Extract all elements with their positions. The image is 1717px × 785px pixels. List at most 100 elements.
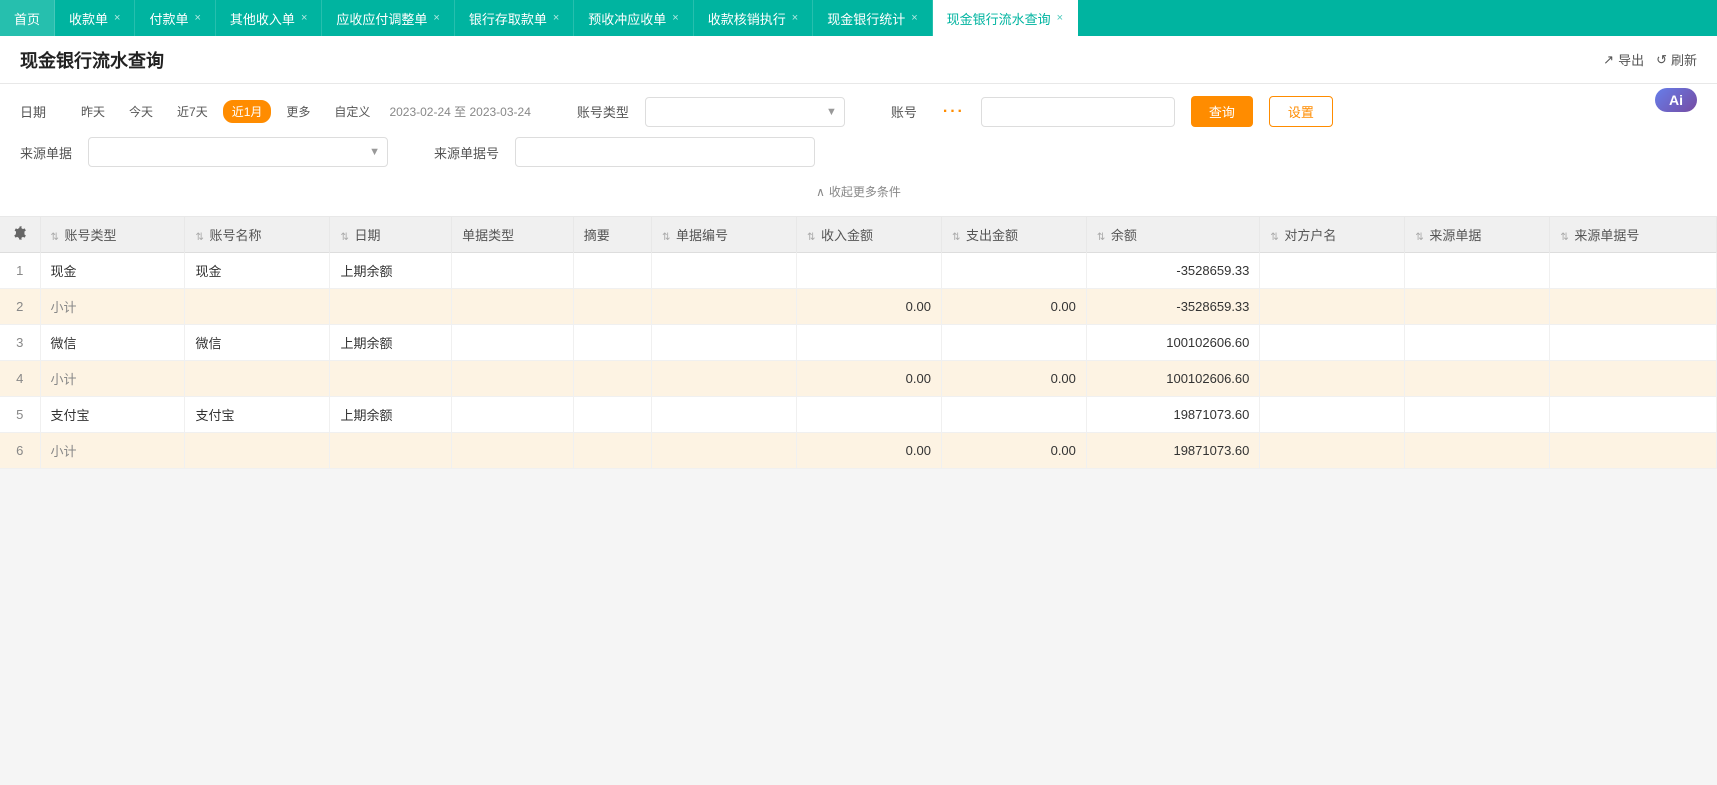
query-button[interactable]: 查询 [1191,96,1253,127]
settings-button[interactable]: 设置 [1269,96,1333,127]
cell-account_type: 微信 [40,325,185,361]
shortcut-custom[interactable]: 自定义 [325,100,379,123]
nav-home[interactable]: 首页 [0,0,55,36]
cell-doc_type [452,433,574,469]
table-col-source-doc-no[interactable]: ⇅ 来源单据号 [1550,217,1717,253]
collapse-icon: ∧ [816,185,825,199]
shortcut-today[interactable]: 今天 [120,100,162,123]
table-col-income[interactable]: ⇅ 收入金额 [796,217,941,253]
cell-balance: 100102606.60 [1086,325,1259,361]
nav-bank-deposit-close[interactable]: × [553,12,559,24]
export-button[interactable]: ↗ 导出 [1603,50,1644,69]
data-table: ⇅ 账号类型 ⇅ 账号名称 ⇅ 日期 单据类型 摘要 ⇅ [0,217,1717,469]
filter-row-2: 来源单据 ▼ 来源单据号 [20,137,1697,167]
nav-bank-stats-close[interactable]: × [911,12,917,24]
nav-writeoff-close[interactable]: × [792,12,798,24]
cell-income [796,325,941,361]
table-header-row: ⇅ 账号类型 ⇅ 账号名称 ⇅ 日期 单据类型 摘要 ⇅ [0,217,1717,253]
cell-account_name: 现金 [185,253,330,289]
nav-bank-flow[interactable]: 现金银行流水查询 × [933,0,1078,36]
cell-doc_type [452,397,574,433]
nav-adjust[interactable]: 应收应付调整单 × [322,0,454,36]
nav-receipt-close[interactable]: × [114,12,120,24]
table-col-source-doc[interactable]: ⇅ 来源单据 [1405,217,1550,253]
table-col-account-name[interactable]: ⇅ 账号名称 [185,217,330,253]
cell-counterparty [1260,289,1405,325]
refresh-icon: ↺ [1656,52,1667,68]
shortcut-1month[interactable]: 近1月 [223,100,272,123]
table-row: 5支付宝支付宝上期余额19871073.60 [0,397,1717,433]
row-index: 6 [0,433,40,469]
table-row: 1现金现金上期余额-3528659.33 [0,253,1717,289]
cell-account_type: 现金 [40,253,185,289]
cell-account_name: 微信 [185,325,330,361]
cell-source_doc [1405,397,1550,433]
table-col-gear[interactable] [0,217,40,253]
sort-icon: ⇅ [1415,232,1423,243]
table-col-date[interactable]: ⇅ 日期 [330,217,452,253]
refresh-button[interactable]: ↺ 刷新 [1656,50,1697,69]
collapse-bar[interactable]: ∧ 收起更多条件 [20,177,1697,204]
account-dots-button[interactable]: ··· [943,103,965,121]
table-col-expense[interactable]: ⇅ 支出金额 [941,217,1086,253]
account-type-select[interactable]: 现金 微信 支付宝 [645,97,845,127]
cell-source_doc [1405,433,1550,469]
cell-income: 0.00 [796,289,941,325]
cell-income [796,397,941,433]
cell-date [330,289,452,325]
cell-doc_no [652,325,797,361]
cell-counterparty [1260,361,1405,397]
nav-advance-close[interactable]: × [672,12,678,24]
cell-expense: 0.00 [941,433,1086,469]
cell-summary [573,325,651,361]
nav-bank-deposit[interactable]: 银行存取款单 × [455,0,574,36]
cell-balance: 100102606.60 [1086,361,1259,397]
source-doc-select[interactable] [88,137,388,167]
cell-counterparty [1260,397,1405,433]
source-doc-no-input[interactable] [515,137,815,167]
cell-account_name: 支付宝 [185,397,330,433]
account-input[interactable] [981,97,1175,127]
cell-summary [573,361,651,397]
cell-doc_no [652,253,797,289]
cell-account_name [185,361,330,397]
nav-payment-close[interactable]: × [194,12,200,24]
table-col-summary[interactable]: 摘要 [573,217,651,253]
cell-balance: 19871073.60 [1086,433,1259,469]
nav-writeoff[interactable]: 收款核销执行 × [694,0,813,36]
cell-doc_no [652,289,797,325]
nav-adjust-close[interactable]: × [433,12,439,24]
sort-icon: ⇅ [1270,232,1278,243]
sort-icon: ⇅ [195,232,203,243]
date-range-display: 2023-02-24 至 2023-03-24 [389,103,530,120]
cell-counterparty [1260,433,1405,469]
sort-icon: ⇅ [1560,232,1568,243]
table-col-counterparty[interactable]: ⇅ 对方户名 [1260,217,1405,253]
nav-advance[interactable]: 预收冲应收单 × [574,0,693,36]
cell-doc_no [652,361,797,397]
shortcut-yesterday[interactable]: 昨天 [72,100,114,123]
row-index: 2 [0,289,40,325]
cell-expense [941,253,1086,289]
shortcut-more[interactable]: 更多 [277,100,319,123]
date-shortcuts: 昨天 今天 近7天 近1月 更多 自定义 2023-02-24 至 2023-0… [72,100,531,123]
cell-summary [573,253,651,289]
row-index: 1 [0,253,40,289]
table-col-doc-no[interactable]: ⇅ 单据编号 [652,217,797,253]
nav-receipt[interactable]: 收款单 × [55,0,135,36]
nav-other-income[interactable]: 其他收入单 × [216,0,322,36]
nav-other-income-close[interactable]: × [301,12,307,24]
table-col-balance[interactable]: ⇅ 余额 [1086,217,1259,253]
cell-source_doc_no [1550,325,1717,361]
shortcut-7days[interactable]: 近7天 [168,100,217,123]
ai-badge[interactable]: Ai [1655,88,1697,112]
table-col-account-type[interactable]: ⇅ 账号类型 [40,217,185,253]
row-index: 4 [0,361,40,397]
nav-bank-flow-close[interactable]: × [1057,12,1063,24]
cell-source_doc [1405,253,1550,289]
cell-balance: -3528659.33 [1086,289,1259,325]
nav-payment[interactable]: 付款单 × [135,0,215,36]
table-col-doc-type[interactable]: 单据类型 [452,217,574,253]
data-table-container: ⇅ 账号类型 ⇅ 账号名称 ⇅ 日期 单据类型 摘要 ⇅ [0,217,1717,469]
nav-bank-stats[interactable]: 现金银行统计 × [813,0,932,36]
